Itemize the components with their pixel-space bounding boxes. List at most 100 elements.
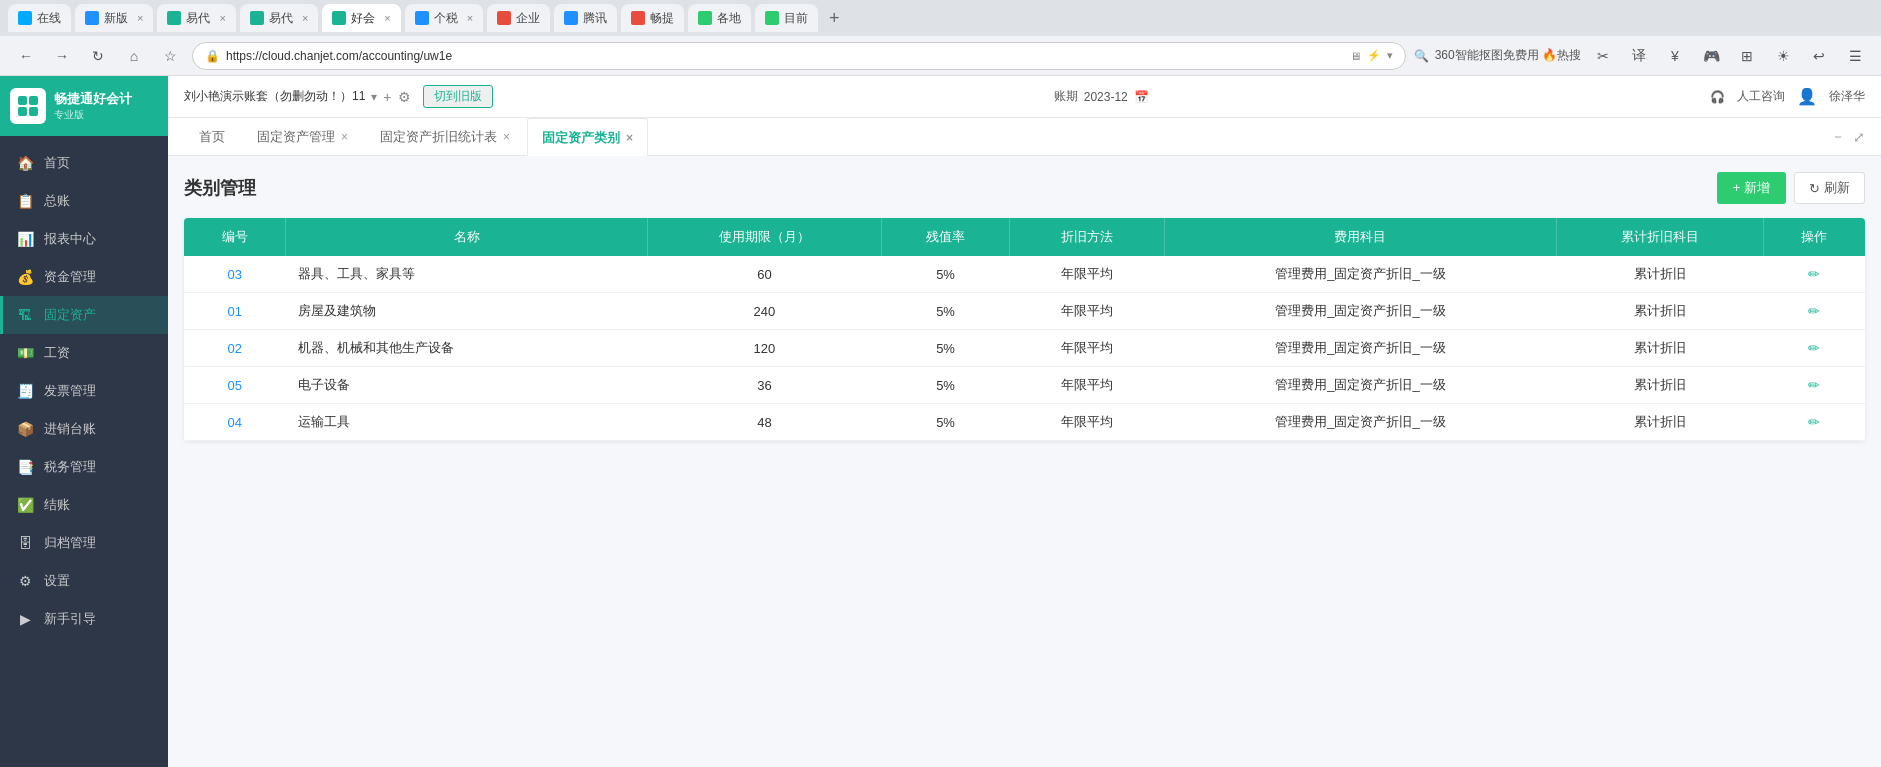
- translate-icon[interactable]: 译: [1625, 42, 1653, 70]
- sidebar-item-inventory[interactable]: 📦 进销台账: [0, 410, 168, 448]
- edit-button-1[interactable]: ✏: [1808, 303, 1820, 319]
- settlement-icon: ✅: [16, 496, 34, 514]
- sidebar-label-funds: 资金管理: [44, 268, 96, 286]
- sidebar-item-settings[interactable]: ⚙ 设置: [0, 562, 168, 600]
- cell-months-1: 240: [648, 293, 881, 330]
- new-tab-button[interactable]: +: [822, 6, 846, 30]
- browser-tab-muqian[interactable]: 目前: [755, 4, 818, 32]
- back-button[interactable]: ←: [12, 42, 40, 70]
- add-button[interactable]: + 新增: [1717, 172, 1786, 204]
- edit-button-4[interactable]: ✏: [1808, 414, 1820, 430]
- logo-subtitle: 专业版: [54, 108, 132, 122]
- tab-depreciation-stats-label: 固定资产折旧统计表: [380, 128, 497, 146]
- cell-months-4: 48: [648, 404, 881, 441]
- menu-icon[interactable]: ☰: [1841, 42, 1869, 70]
- dropdown-icon[interactable]: ▾: [371, 90, 377, 104]
- tab-fixed-asset-mgmt[interactable]: 固定资产管理 ×: [242, 118, 363, 156]
- page-body: 类别管理 + 新增 ↻ 刷新 编号 名称 使用期限（月） 残值率: [168, 156, 1881, 767]
- cell-code-4[interactable]: 04: [184, 404, 286, 441]
- browser-tab-online[interactable]: 在线: [8, 4, 71, 32]
- sidebar-item-fixed-assets[interactable]: 🏗 固定资产: [0, 296, 168, 334]
- sidebar-item-tax[interactable]: 📑 税务管理: [0, 448, 168, 486]
- period-label: 账期: [1054, 88, 1078, 105]
- account-info: 刘小艳演示账套（勿删勿动！）11 ▾ + ⚙: [184, 88, 411, 105]
- game-icon[interactable]: 🎮: [1697, 42, 1725, 70]
- table-row: 05 电子设备 36 5% 年限平均 管理费用_固定资产折旧_一级 累计折旧 ✏: [184, 367, 1865, 404]
- browser-tab-tengxun[interactable]: 腾讯: [554, 4, 617, 32]
- url-text: https://cloud.chanjet.com/accounting/uw1…: [226, 49, 1344, 63]
- payroll-icon: 💵: [16, 344, 34, 362]
- add-account-icon[interactable]: +: [383, 89, 391, 105]
- brightness-icon[interactable]: ☀: [1769, 42, 1797, 70]
- table-row: 03 器具、工具、家具等 60 5% 年限平均 管理费用_固定资产折旧_一级 累…: [184, 256, 1865, 293]
- grid-icon[interactable]: ⊞: [1733, 42, 1761, 70]
- user-name: 徐泽华: [1829, 88, 1865, 105]
- tab-depreciation-stats-close[interactable]: ×: [503, 130, 510, 144]
- tab-asset-category[interactable]: 固定资产类别 ×: [527, 118, 648, 156]
- forward-button[interactable]: →: [48, 42, 76, 70]
- user-avatar-icon: 👤: [1797, 87, 1817, 106]
- consult-label[interactable]: 人工咨询: [1737, 88, 1785, 105]
- col-accum: 累计折旧科目: [1556, 218, 1763, 256]
- browser-tab-new[interactable]: 新版 ×: [75, 4, 153, 32]
- minimize-icon[interactable]: －: [1831, 128, 1845, 146]
- coin-icon[interactable]: ¥: [1661, 42, 1689, 70]
- browser-tab-qiye[interactable]: 企业: [487, 4, 550, 32]
- maximize-icon[interactable]: ⤢: [1853, 129, 1865, 145]
- sidebar-item-invoice[interactable]: 🧾 发票管理: [0, 372, 168, 410]
- cell-months-2: 120: [648, 330, 881, 367]
- sidebar-label-invoice: 发票管理: [44, 382, 96, 400]
- sidebar-item-reports[interactable]: 📊 报表中心: [0, 220, 168, 258]
- undo-icon[interactable]: ↩: [1805, 42, 1833, 70]
- sidebar-item-ledger[interactable]: 📋 总账: [0, 182, 168, 220]
- browser-tab-changjie[interactable]: 畅提: [621, 4, 684, 32]
- consult-icon: 🎧: [1710, 90, 1725, 104]
- browser-tab-yidai1[interactable]: 易代 ×: [157, 4, 235, 32]
- tab-home[interactable]: 首页: [184, 118, 240, 156]
- edit-button-0[interactable]: ✏: [1808, 266, 1820, 282]
- edit-button-2[interactable]: ✏: [1808, 340, 1820, 356]
- cell-code-2[interactable]: 02: [184, 330, 286, 367]
- browser-tab-bar: 在线 新版 × 易代 × 易代 × 好会 × 个税 × 企业 腾讯 畅提 各地: [0, 0, 1881, 36]
- sidebar-item-guide[interactable]: ▶ 新手引导: [0, 600, 168, 638]
- home-button[interactable]: ⌂: [120, 42, 148, 70]
- sidebar-item-payroll[interactable]: 💵 工资: [0, 334, 168, 372]
- cell-code-3[interactable]: 05: [184, 367, 286, 404]
- refresh-button[interactable]: ↻ 刷新: [1794, 172, 1865, 204]
- sidebar-item-archive[interactable]: 🗄 归档管理: [0, 524, 168, 562]
- refresh-label: 刷新: [1824, 179, 1850, 197]
- col-method: 折旧方法: [1010, 218, 1165, 256]
- logo-title: 畅捷通好会计: [54, 90, 132, 108]
- cell-action-3: ✏: [1763, 367, 1865, 404]
- fixed-assets-icon: 🏗: [16, 306, 34, 324]
- tab-depreciation-stats[interactable]: 固定资产折旧统计表 ×: [365, 118, 525, 156]
- cell-code-0[interactable]: 03: [184, 256, 286, 293]
- edit-button-3[interactable]: ✏: [1808, 377, 1820, 393]
- cut-icon[interactable]: ✂: [1589, 42, 1617, 70]
- browser-tab-haohui[interactable]: 好会 ×: [322, 4, 400, 32]
- guide-icon: ▶: [16, 610, 34, 628]
- reports-icon: 📊: [16, 230, 34, 248]
- table-row: 02 机器、机械和其他生产设备 120 5% 年限平均 管理费用_固定资产折旧_…: [184, 330, 1865, 367]
- cell-expense-1: 管理费用_固定资产折旧_一级: [1165, 293, 1556, 330]
- calendar-icon[interactable]: 📅: [1134, 90, 1149, 104]
- browser-tab-gedi[interactable]: 各地: [688, 4, 751, 32]
- tab-asset-category-close[interactable]: ×: [626, 131, 633, 145]
- address-bar[interactable]: 🔒 https://cloud.chanjet.com/accounting/u…: [192, 42, 1406, 70]
- action-buttons: + 新增 ↻ 刷新: [1717, 172, 1865, 204]
- browser-tab-geshuei[interactable]: 个税 ×: [405, 4, 483, 32]
- col-action: 操作: [1763, 218, 1865, 256]
- sidebar-item-settlement[interactable]: ✅ 结账: [0, 486, 168, 524]
- old-version-button[interactable]: 切到旧版: [423, 85, 493, 108]
- browser-tab-yidai2[interactable]: 易代 ×: [240, 4, 318, 32]
- cell-code-1[interactable]: 01: [184, 293, 286, 330]
- sidebar-item-funds[interactable]: 💰 资金管理: [0, 258, 168, 296]
- bookmark-button[interactable]: ☆: [156, 42, 184, 70]
- tab-fixed-asset-mgmt-close[interactable]: ×: [341, 130, 348, 144]
- ledger-icon: 📋: [16, 192, 34, 210]
- reload-button[interactable]: ↻: [84, 42, 112, 70]
- settings-gear-icon[interactable]: ⚙: [398, 89, 411, 105]
- cell-action-1: ✏: [1763, 293, 1865, 330]
- sidebar-item-home[interactable]: 🏠 首页: [0, 144, 168, 182]
- cell-name-0: 器具、工具、家具等: [286, 256, 648, 293]
